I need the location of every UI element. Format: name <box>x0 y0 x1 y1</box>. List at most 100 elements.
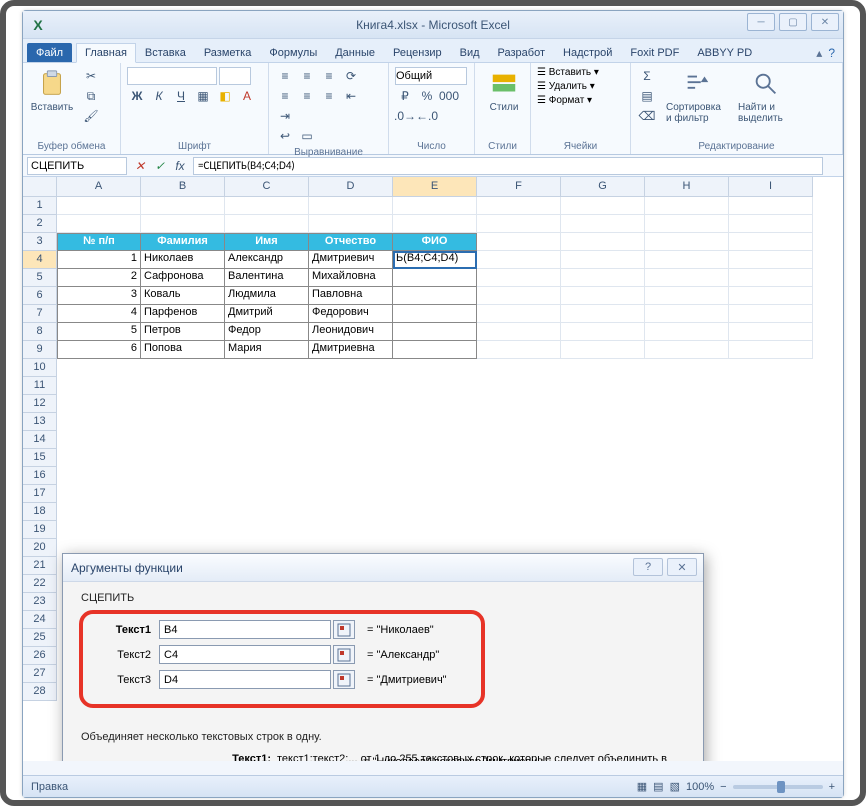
formula-input[interactable] <box>193 157 823 175</box>
cell[interactable]: Людмила <box>225 287 309 305</box>
indent-inc-icon[interactable]: ⇥ <box>275 107 295 125</box>
select-all-corner[interactable] <box>23 177 57 197</box>
row-header[interactable]: 27 <box>23 665 57 683</box>
row-header[interactable]: 20 <box>23 539 57 557</box>
tab-formulas[interactable]: Формулы <box>260 43 326 62</box>
qat-save-icon[interactable] <box>57 16 75 34</box>
format-painter-icon[interactable]: 🖌 <box>81 107 101 125</box>
cell[interactable] <box>393 341 477 359</box>
dialog-help-button[interactable]: ? <box>633 558 663 576</box>
copy-icon[interactable]: ⧉ <box>81 87 101 105</box>
row-header[interactable]: 11 <box>23 377 57 395</box>
row-header[interactable]: 25 <box>23 629 57 647</box>
find-select-button[interactable]: Найти и выделить <box>737 67 795 133</box>
row-header[interactable]: 22 <box>23 575 57 593</box>
cell[interactable]: 2 <box>57 269 141 287</box>
cell[interactable]: Дмитрий <box>225 305 309 323</box>
tab-home[interactable]: Главная <box>76 43 136 63</box>
view-layout-icon[interactable]: ▤ <box>653 780 663 793</box>
sort-filter-button[interactable]: Сортировка и фильтр <box>665 67 729 133</box>
cell[interactable]: Александр <box>225 251 309 269</box>
number-format-combo[interactable] <box>395 67 467 85</box>
qat-undo-icon[interactable] <box>79 16 97 34</box>
cell[interactable]: Михайловна <box>309 269 393 287</box>
row-header[interactable]: 3 <box>23 233 57 251</box>
row-header[interactable]: 10 <box>23 359 57 377</box>
cell[interactable]: Мария <box>225 341 309 359</box>
cell[interactable]: 3 <box>57 287 141 305</box>
active-cell[interactable]: Ь(B4;C4;D4) <box>393 251 477 269</box>
insert-cells-button[interactable]: ☰ Вставить ▾ <box>537 67 599 78</box>
cell[interactable]: Сафронова <box>141 269 225 287</box>
col-header[interactable]: B <box>141 177 225 197</box>
tab-developer[interactable]: Разработ <box>489 43 554 62</box>
col-header[interactable]: I <box>729 177 813 197</box>
cell[interactable]: 5 <box>57 323 141 341</box>
cell[interactable]: Попова <box>141 341 225 359</box>
tab-foxit[interactable]: Foxit PDF <box>621 43 688 62</box>
row-header[interactable]: 7 <box>23 305 57 323</box>
close-button[interactable]: ✕ <box>811 13 839 31</box>
arg-input-text2[interactable] <box>159 645 331 664</box>
fx-icon[interactable]: fx <box>171 157 189 175</box>
cell[interactable] <box>393 305 477 323</box>
row-header[interactable]: 21 <box>23 557 57 575</box>
col-header[interactable]: G <box>561 177 645 197</box>
row-header[interactable]: 13 <box>23 413 57 431</box>
range-selector-button[interactable] <box>333 645 355 664</box>
col-header[interactable]: E <box>393 177 477 197</box>
help-icon[interactable]: ? <box>828 46 835 60</box>
cell[interactable]: Дмитриевна <box>309 341 393 359</box>
row-header[interactable]: 19 <box>23 521 57 539</box>
row-header[interactable]: 2 <box>23 215 57 233</box>
italic-button[interactable]: К <box>149 87 169 105</box>
cell[interactable]: Парфенов <box>141 305 225 323</box>
zoom-value[interactable]: 100% <box>686 781 714 793</box>
align-mid-icon[interactable]: ≡ <box>297 67 317 85</box>
border-button[interactable]: ▦ <box>193 87 213 105</box>
row-header[interactable]: 26 <box>23 647 57 665</box>
align-left-icon[interactable]: ≡ <box>275 87 295 105</box>
dialog-close-button[interactable]: ✕ <box>667 558 697 576</box>
view-normal-icon[interactable]: ▦ <box>637 780 647 793</box>
row-header[interactable]: 8 <box>23 323 57 341</box>
inc-decimal-icon[interactable]: .0→ <box>395 107 415 125</box>
table-header[interactable]: Фамилия <box>141 233 225 251</box>
align-right-icon[interactable]: ≡ <box>319 87 339 105</box>
cell[interactable] <box>393 287 477 305</box>
align-center-icon[interactable]: ≡ <box>297 87 317 105</box>
col-header[interactable]: F <box>477 177 561 197</box>
row-header[interactable]: 4 <box>23 251 57 269</box>
row-header[interactable]: 16 <box>23 467 57 485</box>
currency-icon[interactable]: ₽ <box>395 87 415 105</box>
font-color-button[interactable]: A <box>237 87 257 105</box>
tab-abbyy[interactable]: ABBYY PD <box>688 43 761 62</box>
view-break-icon[interactable]: ▧ <box>670 780 680 793</box>
tab-file[interactable]: Файл <box>27 43 72 62</box>
cell[interactable]: 6 <box>57 341 141 359</box>
zoom-in-button[interactable]: + <box>829 781 835 793</box>
col-header[interactable]: C <box>225 177 309 197</box>
row-header[interactable]: 14 <box>23 431 57 449</box>
row-header[interactable]: 28 <box>23 683 57 701</box>
row-header[interactable]: 24 <box>23 611 57 629</box>
fill-icon[interactable]: ▤ <box>637 87 657 105</box>
zoom-out-button[interactable]: − <box>720 781 726 793</box>
autosum-icon[interactable]: Σ <box>637 67 657 85</box>
cut-icon[interactable]: ✂ <box>81 67 101 85</box>
cancel-formula-icon[interactable]: ✕ <box>131 157 149 175</box>
table-header[interactable]: № п/п <box>57 233 141 251</box>
table-header[interactable]: ФИО <box>393 233 477 251</box>
arg-input-text1[interactable] <box>159 620 331 639</box>
align-bot-icon[interactable]: ≡ <box>319 67 339 85</box>
minimize-button[interactable]: ─ <box>747 13 775 31</box>
tab-insert[interactable]: Вставка <box>136 43 195 62</box>
row-header[interactable]: 17 <box>23 485 57 503</box>
dialog-title-bar[interactable]: Аргументы функции ? ✕ <box>63 554 703 582</box>
arg-input-text3[interactable] <box>159 670 331 689</box>
cell[interactable]: Николаев <box>141 251 225 269</box>
tab-review[interactable]: Рецензир <box>384 43 451 62</box>
range-selector-button[interactable] <box>333 620 355 639</box>
ribbon-minimize-icon[interactable]: ▴ <box>816 46 822 60</box>
row-header[interactable]: 12 <box>23 395 57 413</box>
